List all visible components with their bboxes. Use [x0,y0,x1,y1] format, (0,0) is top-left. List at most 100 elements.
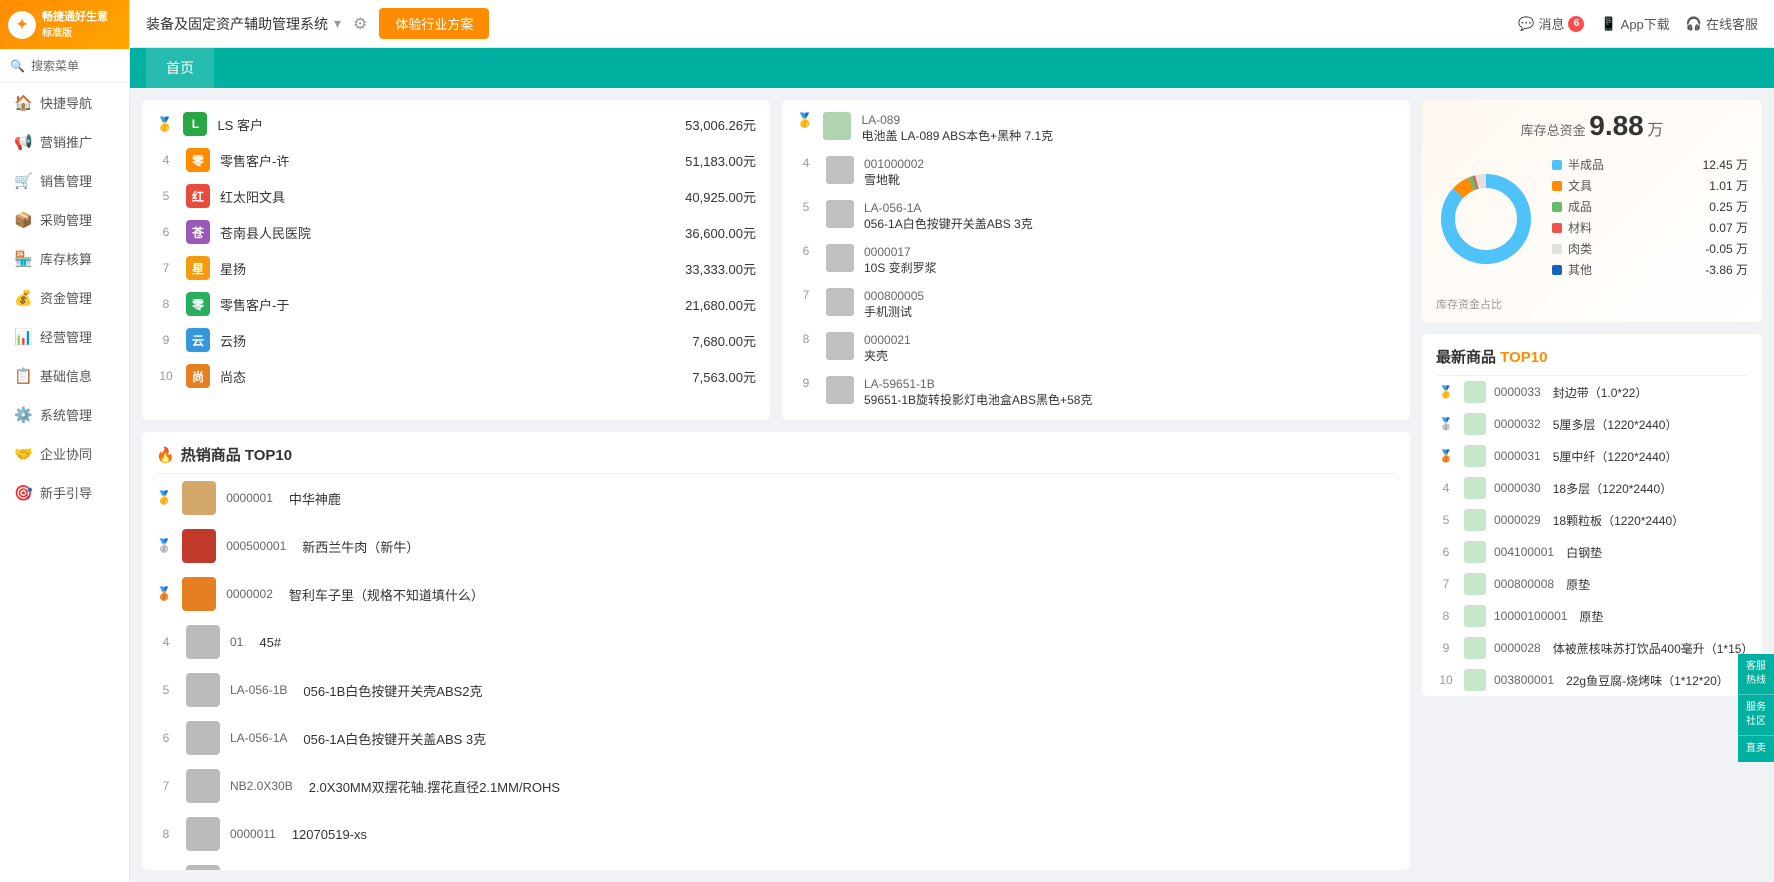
product-info: 000800005 手机测试 [864,288,1396,320]
legend-dot [1552,181,1562,191]
customer-name: 红太阳文具 [220,187,675,206]
sidebar-item-base-info[interactable]: 📋 基础信息 [0,356,129,395]
message-label: 消息 [1538,14,1564,33]
hot-product-item: 7 NB2.0X30B 2.0X30MM双摆花轴.摆花直径2.1MM/ROHS [142,762,1410,810]
legend-name: 材料 [1568,219,1703,236]
sales-icon: 🛒 [14,172,32,190]
sidebar-item-quick-nav[interactable]: 🏠 快捷导航 [0,83,129,122]
medal-icon: 🥇 [796,112,813,129]
sidebar-item-label: 经营管理 [40,327,92,346]
service-icon: 🎧 [1686,16,1702,32]
customer-name: 零售客户-于 [220,295,675,314]
sidebar-item-label: 新手引导 [40,483,92,502]
message-badge: 6 [1568,16,1584,32]
customer-name: 星扬 [220,259,675,278]
newest-name: 22g鱼豆腐-烧烤味（1*12*20） [1566,672,1729,689]
tab-home[interactable]: 首页 [146,48,214,88]
hot-product-code: 000500001 [226,539,286,553]
sidebar-item-finance[interactable]: 💰 资金管理 [0,278,129,317]
newest-img [1464,413,1486,435]
message-button[interactable]: 💬 消息 6 [1518,14,1584,33]
app-download-button[interactable]: 📱 App下载 [1600,14,1669,33]
customer-name: LS 客户 [217,115,675,134]
legend-item: 成品 0.25 万 [1552,198,1748,215]
newest-item: 8 10000100001 原垫 [1422,600,1762,632]
newest-products-label: 最新商品 TOP10 [1436,346,1547,367]
customer-rank-list: 🥇 L LS 客户 53,006.26元 4 零 零售客户-许 51,183.0… [142,100,770,400]
newest-name: 5厘多层（1220*2440） [1553,416,1678,433]
system-icon: ⚙️ [14,406,32,424]
newest-item: 5 0000029 18颗粒板（1220*2440） [1422,504,1762,536]
product-image [826,244,854,272]
customer-rank-item: 🥇 L LS 客户 53,006.26元 [142,106,770,142]
product-name: 雪地靴 [864,171,1396,188]
hot-product-code: LA-056-1A [230,731,287,745]
product-code: 0000017 [864,245,911,259]
sidebar-item-label: 基础信息 [40,366,92,385]
newest-code: 0000032 [1494,417,1541,431]
product-info: LA-089 电池盖 LA-089 ABS本色+黑种 7.1克 [861,112,1396,144]
newest-item: 🥉 0000031 5厘中纤（1220*2440） [1422,440,1762,472]
hot-product-item: 🥇 0000001 中华神鹿 [142,474,1410,522]
sidebar-item-cooperation[interactable]: 🤝 企业协同 [0,434,129,473]
online-service-button[interactable]: 🎧 在线客服 [1686,14,1758,33]
product-rank-item: 5 LA-056-1A 056-1A白色按键开关盖ABS 3克 [782,194,1410,238]
customer-amount: 53,006.26元 [685,115,756,134]
customer-amount: 36,600.00元 [685,223,756,242]
sidebar-search[interactable]: 🔍 搜索菜单 [0,49,129,83]
sidebar-item-label: 系统管理 [40,405,92,424]
sidebar-item-marketing[interactable]: 📢 营销推广 [0,122,129,161]
dropdown-arrow-icon[interactable]: ▾ [334,15,341,32]
sidebar-item-sales[interactable]: 🛒 销售管理 [0,161,129,200]
customer-name: 苍南县人民医院 [220,223,675,242]
legend-dot [1552,223,1562,233]
sidebar-item-purchase[interactable]: 📦 采购管理 [0,200,129,239]
legend-value: -0.05 万 [1705,240,1748,257]
logo-icon: ✦ [8,11,36,39]
online-service-label: 在线客服 [1706,14,1758,33]
newest-code: 004100001 [1494,545,1554,559]
customer-amount: 7,563.00元 [692,367,756,386]
product-image [826,332,854,360]
customer-rank-item: 6 苍 苍南县人民医院 36,600.00元 [142,214,770,250]
product-code: 001000002 [864,157,924,171]
hot-product-name: 新西兰牛肉（新牛） [302,537,419,556]
customer-amount: 33,333.00元 [685,259,756,278]
direct-sale-button[interactable]: 直卖 [1738,736,1774,762]
sidebar-item-guide[interactable]: 🎯 新手引导 [0,473,129,512]
hot-product-image [186,721,220,755]
hot-products-title: 🔥 热销商品 TOP10 [142,432,1410,473]
hot-product-image [186,625,220,659]
hot-product-name: 056-1B白色按键开关壳ABS2克 [303,681,482,700]
topbar-title: 装备及固定资产辅助管理系统 ▾ [146,14,341,34]
service-community-button[interactable]: 服务社区 [1738,695,1774,736]
product-code: LA-089 [861,113,900,127]
rank-number: 6 [156,225,176,239]
product-rank-item: 🥇 LA-089 电池盖 LA-089 ABS本色+黑种 7.1克 [782,106,1410,150]
rank-number: 10 [156,369,176,383]
rank-number: 4 [1436,481,1456,495]
inventory-number: 9.88 [1589,110,1644,141]
customer-service-button[interactable]: 客服热线 [1738,654,1774,695]
legend-name: 文具 [1568,177,1703,194]
product-name: 59651-1B旋转投影灯电池盒ABS黑色+58克 [864,391,1396,408]
customer-avatar: 星 [186,256,210,280]
sidebar-logo: ✦ 畅捷通好生意 标准版 [0,0,129,49]
newest-item: 10 003800001 22g鱼豆腐-烧烤味（1*12*20） [1422,664,1762,696]
sidebar-item-inventory[interactable]: 🏪 库存核算 [0,239,129,278]
search-label: 搜索菜单 [31,57,79,74]
logo-sub-text: 标准版 [42,24,108,39]
sidebar-item-system[interactable]: ⚙️ 系统管理 [0,395,129,434]
newest-img [1464,669,1486,691]
legend-value: 1.01 万 [1709,177,1748,194]
product-code: LA-59651-1B [864,377,935,391]
newest-item: 6 004100001 白钢垫 [1422,536,1762,568]
trial-button[interactable]: 体验行业方案 [379,8,489,39]
newest-item: 9 0000028 体被蔗核味苏打饮品400毫升（1*15） [1422,632,1762,664]
customer-amount: 21,680.00元 [685,295,756,314]
product-rank-item: 4 001000002 雪地靴 [782,150,1410,194]
sidebar-item-operation[interactable]: 📊 经营管理 [0,317,129,356]
sidebar-item-label: 销售管理 [40,171,92,190]
settings-icon[interactable]: ⚙ [353,14,367,34]
legend-name: 半成品 [1568,156,1697,173]
